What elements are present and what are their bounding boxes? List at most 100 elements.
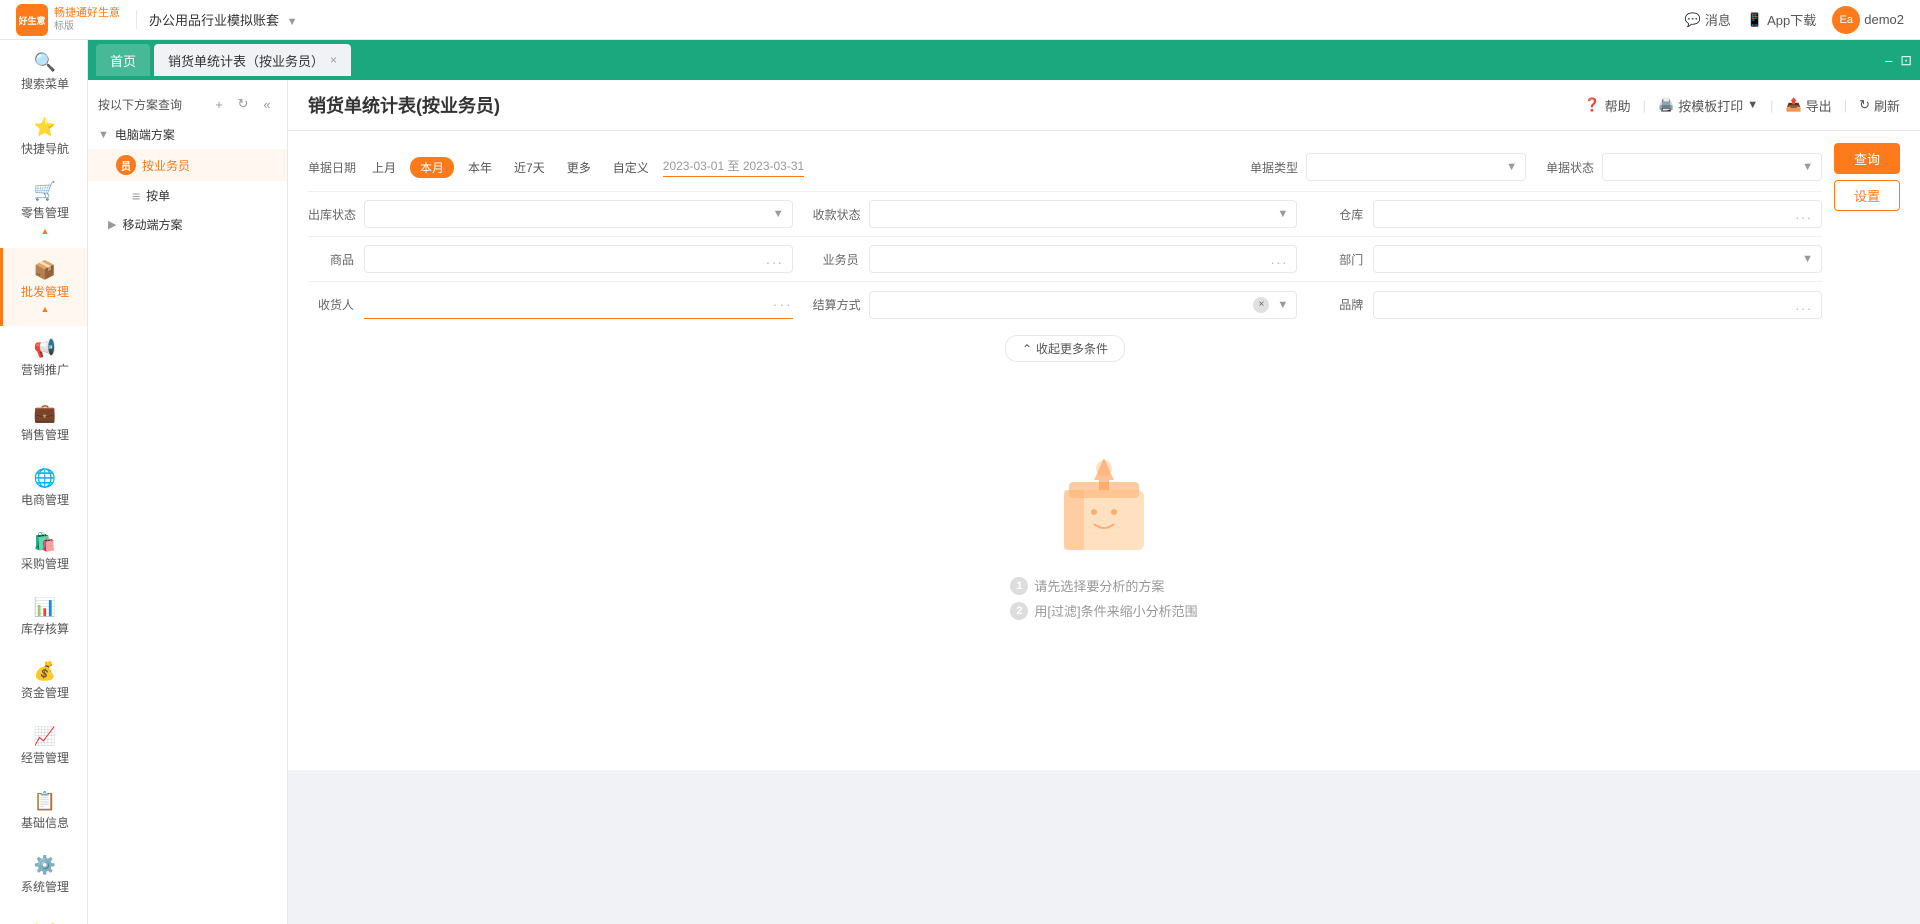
salesperson-select[interactable]: ... [869,245,1298,273]
query-btn[interactable]: 查询 [1834,143,1900,174]
refresh-btn[interactable]: ↻ 刷新 [1859,96,1900,115]
topbar-left: 好生意 畅捷通好生意 标版 办公用品行业模拟账套 ▼ [16,4,298,36]
tree-mobile-parent[interactable]: ▶ 移动端方案 [88,210,287,239]
sidebar-item-enterprise[interactable]: 🤝 企业协同 [0,908,87,924]
print-dropdown-icon[interactable]: ▼ [1747,99,1758,111]
filter-grid-1: 出库状态 ▼ 收款状态 [308,192,1822,237]
collapse-btn[interactable]: ⌃ 收起更多条件 [1005,335,1125,362]
download-icon: 📱 [1747,12,1763,28]
doc-type-select[interactable]: ▼ [1306,153,1526,181]
sidebar-item-retail[interactable]: 🛒 零售管理 ▲ [0,169,87,248]
marketing-icon: 📢 [34,338,56,359]
filter-grid-2: 商品 ... 业务员 [308,237,1822,282]
doc-type-label: 单据类型 [1250,159,1306,176]
tree-subchild-order[interactable]: ≡ 按单 [88,181,287,210]
export-btn[interactable]: 📤 导出 [1785,96,1831,115]
out-status-arrow: ▼ [773,208,784,220]
sidebar-item-marketing[interactable]: 📢 营销推广 [0,326,87,391]
sidebar-item-operations[interactable]: 📈 经营管理 [0,714,87,779]
date-btn-more[interactable]: 更多 [559,157,599,178]
settlement-select[interactable]: × ▼ [869,291,1298,319]
date-btn-this-year[interactable]: 本年 [460,157,500,178]
help-icon: ❓ [1584,97,1600,113]
svg-text:好生意: 好生意 [19,15,45,26]
salesperson-label: 业务员 [813,251,869,268]
left-panel-refresh-btn[interactable]: ↻ [233,94,253,114]
date-btn-this-month[interactable]: 本月 [410,157,454,178]
logo-icon: 好生意 [16,4,48,36]
brand-select[interactable]: ... [1373,291,1822,319]
doc-type-control: ▼ [1306,153,1526,181]
quick-nav-icon: ⭐ [34,117,56,138]
sidebar-item-ecommerce[interactable]: 🌐 电商管理 [0,456,87,521]
avatar: Ea [1832,6,1860,34]
topbar: 好生意 畅捷通好生意 标版 办公用品行业模拟账套 ▼ 💬 消息 📱 App下载 … [0,0,1920,40]
dept-control: ▼ [1373,245,1822,273]
settings-btn[interactable]: 设置 [1834,180,1900,211]
sidebar-item-quick-nav[interactable]: ⭐ 快捷导航 [0,105,87,170]
date-range-display[interactable]: 2023-03-01 至 2023-03-31 [663,157,804,177]
message-icon: 💬 [1685,12,1701,28]
sidebar-item-sales[interactable]: 💼 销售管理 [0,391,87,456]
app-download-btn[interactable]: 📱 App下载 [1747,10,1816,29]
doc-status-select[interactable]: ▼ [1602,153,1822,181]
receive-status-select[interactable]: ▼ [869,200,1298,228]
left-panel-actions: + ↻ « [209,94,277,114]
date-btn-last-month[interactable]: 上月 [364,157,404,178]
warehouse-label: 仓库 [1317,206,1373,223]
empty-num-1: 1 [1010,577,1028,595]
page-header-actions: ❓ 帮助 | 🖨️ 按模板打印 ▼ | 📤 导出 [1584,96,1900,115]
consignee-input[interactable] [364,290,769,318]
tab-actions: ⎯ ⊡ [1885,52,1912,69]
left-panel-title: 按以下方案查询 [98,96,182,113]
brand-control: ... [1373,291,1822,319]
print-btn[interactable]: 🖨️ 按模板打印 ▼ [1658,96,1758,115]
user-area[interactable]: Ea demo2 [1832,6,1904,34]
goods-select[interactable]: ... [364,245,793,273]
out-status-select[interactable]: ▼ [364,200,793,228]
empty-state: 1 请先选择要分析的方案 2 用[过滤]条件来缩小分析范围 [288,370,1920,706]
date-btn-custom[interactable]: 自定义 [605,157,657,178]
sidebar-item-system[interactable]: ⚙️ 系统管理 [0,843,87,908]
tree-desktop-parent[interactable]: ▼ 电脑端方案 [88,120,287,149]
left-panel-collapse-btn[interactable]: « [257,94,277,114]
settlement-row: 结算方式 × ▼ [813,282,1318,327]
retail-icon: 🛒 [34,181,56,202]
tab-close-btn[interactable]: × [330,53,337,67]
salesperson-control: ... [869,245,1298,273]
sidebar-item-wholesale[interactable]: 📦 批发管理 ▲ [0,248,87,327]
retail-arrow: ▲ [41,226,50,236]
system-icon: ⚙️ [34,855,56,876]
sidebar-item-search[interactable]: 🔍 搜索菜单 [0,40,87,105]
sidebar-item-inventory[interactable]: 📊 库存核算 [0,585,87,650]
dept-select[interactable]: ▼ [1373,245,1822,273]
tab-maximize-btn[interactable]: ⊡ [1900,52,1912,69]
empty-hint-1: 1 请先选择要分析的方案 [1010,576,1197,595]
date-btn-7days[interactable]: 近7天 [506,157,553,178]
sidebar-item-finance[interactable]: 💰 资金管理 [0,649,87,714]
settlement-clear-btn[interactable]: × [1253,297,1269,313]
warehouse-select[interactable]: ... [1373,200,1822,228]
purchase-icon: 🛍️ [34,532,56,553]
consignee-control: ··· [364,290,793,319]
tab-home[interactable]: 首页 [96,44,150,76]
dept-label: 部门 [1317,251,1373,268]
sidebar-item-purchase[interactable]: 🛍️ 采购管理 [0,520,87,585]
print-icon: 🖨️ [1658,97,1674,113]
tree-desktop-section: ▼ 电脑端方案 员 按业务员 ≡ 按单 [88,120,287,210]
message-btn[interactable]: 💬 消息 [1685,10,1731,29]
filter-grid-3: 收货人 ··· 结算方式 [308,282,1822,327]
refresh-icon: ↻ [1859,97,1870,113]
tab-minimize-btn[interactable]: ⎯ [1885,52,1892,69]
page-title: 销货单统计表(按业务员) [308,92,500,118]
tree-child-salesperson[interactable]: 员 按业务员 [88,149,287,181]
topbar-app-arrow[interactable]: ▼ [287,16,298,28]
tab-sales-stat[interactable]: 销货单统计表（按业务员） × [154,44,351,76]
left-panel-add-btn[interactable]: + [209,94,229,114]
operations-icon: 📈 [34,726,56,747]
help-btn[interactable]: ❓ 帮助 [1584,96,1630,115]
receive-status-arrow: ▼ [1277,208,1288,220]
doc-status-arrow: ▼ [1802,161,1813,173]
consignee-label: 收货人 [308,296,364,313]
sidebar-item-basic[interactable]: 📋 基础信息 [0,779,87,844]
